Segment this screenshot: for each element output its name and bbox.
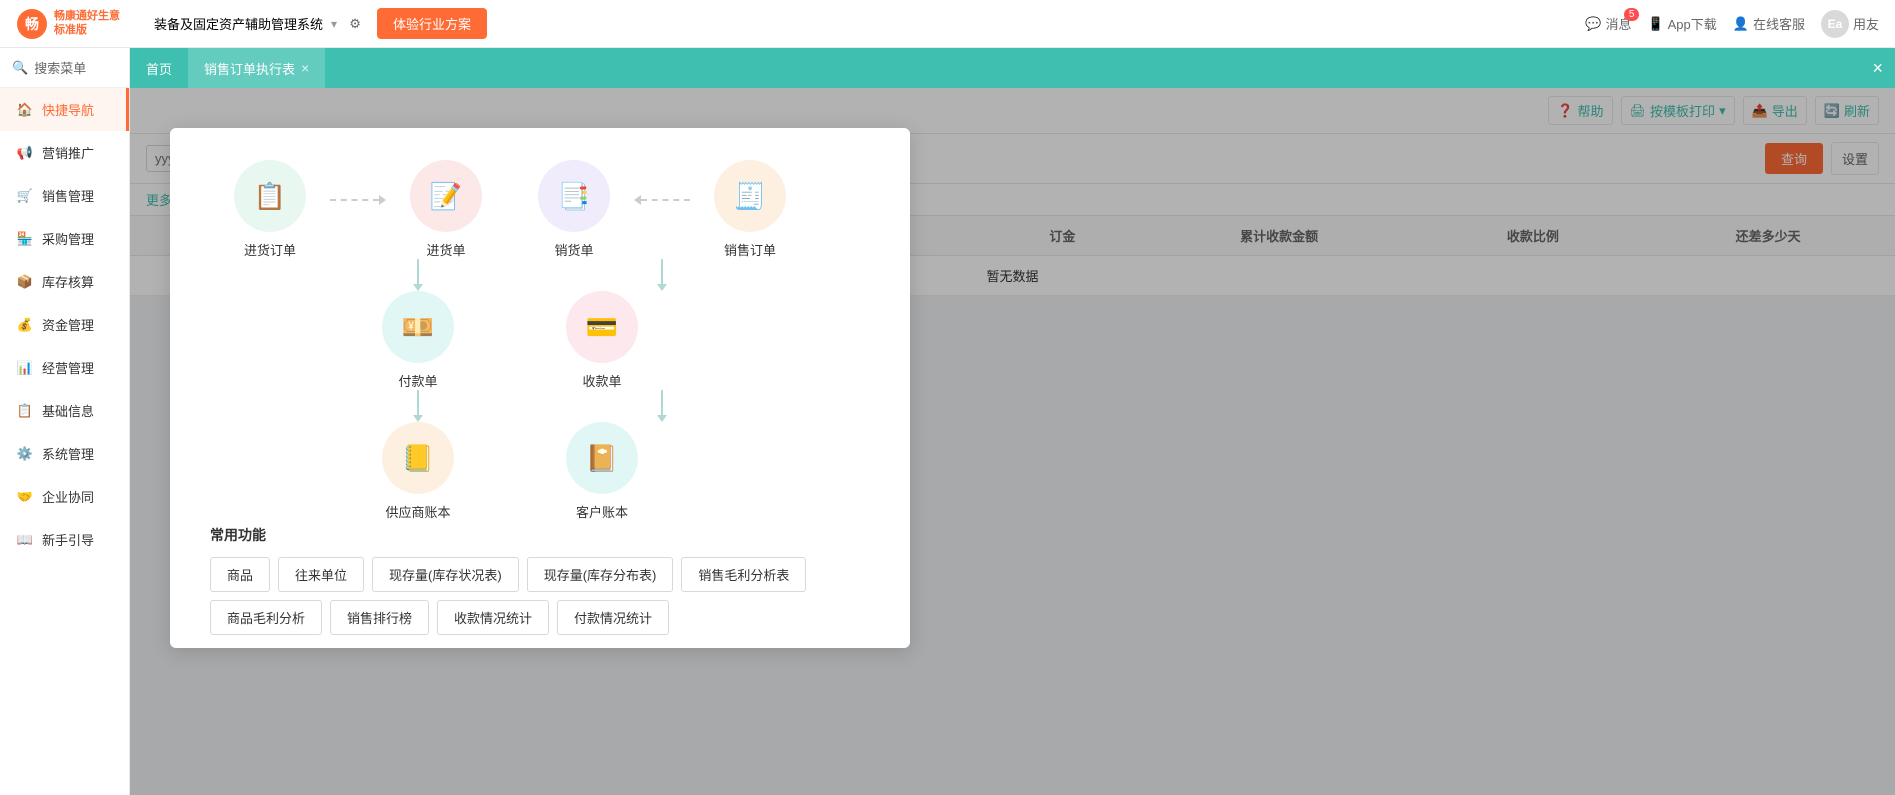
sidebar-label-purchase: 采购管理 xyxy=(42,229,94,248)
system-title: 装备及固定资产辅助管理系统 ▾ xyxy=(154,14,337,33)
sidebar-item-purchase[interactable]: 🏪 采购管理 xyxy=(0,217,129,260)
finance-icon: 💰 xyxy=(16,316,34,334)
sidebar-item-enterprise[interactable]: 🤝 企业协同 xyxy=(0,475,129,518)
sidebar-label-sales: 销售管理 xyxy=(42,186,94,205)
sidebar-label-base-info: 基础信息 xyxy=(42,401,94,420)
logo-text: 畅康通好生意 标准版 xyxy=(54,10,120,36)
inventory-icon: 📦 xyxy=(16,273,34,291)
enterprise-icon: 🤝 xyxy=(16,488,34,506)
quick-nav-icon: 🏠 xyxy=(16,101,34,119)
sidebar-item-inventory[interactable]: 📦 库存核算 xyxy=(0,260,129,303)
sidebar-item-sales[interactable]: 🛒 销售管理 xyxy=(0,174,129,217)
flow-node-receipt[interactable]: 💳 收款单 xyxy=(542,291,662,390)
marketing-icon: 📢 xyxy=(16,144,34,162)
trial-button[interactable]: 体验行业方案 xyxy=(377,8,487,39)
cf-btn-销售毛利分析表[interactable]: 销售毛利分析表 xyxy=(681,557,806,592)
sidebar-label-quick-nav: 快捷导航 xyxy=(42,100,94,119)
sidebar-label-operation: 经营管理 xyxy=(42,358,94,377)
system-name: 装备及固定资产辅助管理系统 xyxy=(154,14,323,33)
cf-btn-商品毛利分析[interactable]: 商品毛利分析 xyxy=(210,600,322,635)
newbie-icon: 📖 xyxy=(16,531,34,549)
search-icon: 🔍 xyxy=(12,60,28,76)
flow-node-sales-order[interactable]: 🧾 销售订单 xyxy=(690,160,810,259)
flow-node-sales-bill[interactable]: 📑 销货单 xyxy=(514,160,634,259)
cf-btn-销售排行榜[interactable]: 销售排行榜 xyxy=(330,600,429,635)
tab-close-icon[interactable]: × xyxy=(301,60,309,76)
cf-btn-往来单位[interactable]: 往来单位 xyxy=(278,557,364,592)
tab-sales-order[interactable]: 销售订单执行表 × xyxy=(188,48,325,88)
user-menu[interactable]: Ea 用友 xyxy=(1821,10,1879,38)
common-functions: 常用功能 商品往来单位现存量(库存状况表)现存量(库存分布表)销售毛利分析表商品… xyxy=(210,525,870,635)
logo: 畅 畅康通好生意 标准版 xyxy=(16,8,146,40)
message-icon: 💬 xyxy=(1585,16,1601,32)
cf-btn-商品[interactable]: 商品 xyxy=(210,557,270,592)
sidebar-label-newbie: 新手引导 xyxy=(42,530,94,549)
sidebar-label-enterprise: 企业协同 xyxy=(42,487,94,506)
sidebar-item-system[interactable]: ⚙️ 系统管理 xyxy=(0,432,129,475)
settings-icon[interactable]: ⚙ xyxy=(341,10,369,38)
purchase-icon: 🏪 xyxy=(16,230,34,248)
cf-btn-现存量(库存分布表)[interactable]: 现存量(库存分布表) xyxy=(527,557,674,592)
sidebar-item-marketing[interactable]: 📢 营销推广 xyxy=(0,131,129,174)
sidebar-label-inventory: 库存核算 xyxy=(42,272,94,291)
sidebar-item-base-info[interactable]: 📋 基础信息 xyxy=(0,389,129,432)
flow-diagram: 📋 进货订单 xyxy=(210,160,870,521)
flow-node-payment[interactable]: 💴 付款单 xyxy=(358,291,478,390)
tab-close-all[interactable]: × xyxy=(1872,58,1895,79)
sidebar-item-newbie[interactable]: 📖 新手引导 xyxy=(0,518,129,561)
online-service-btn[interactable]: 👤 在线客服 xyxy=(1733,14,1805,33)
sidebar-item-operation[interactable]: 📊 经营管理 xyxy=(0,346,129,389)
sidebar-label-finance: 资金管理 xyxy=(42,315,94,334)
cf-btn-收款情况统计[interactable]: 收款情况统计 xyxy=(437,600,549,635)
cf-btn-现存量(库存状况表)[interactable]: 现存量(库存状况表) xyxy=(372,557,519,592)
page-content: ❓ 帮助 🖨 按模板打印 ▾ 📤 导出 🔄 刷新 xyxy=(130,88,1895,795)
tab-bar: 首页 销售订单执行表 × × xyxy=(130,48,1895,88)
operation-icon: 📊 xyxy=(16,359,34,377)
app-download-btn[interactable]: 📱 App下载 xyxy=(1647,14,1716,33)
service-icon: 👤 xyxy=(1733,16,1749,32)
avatar: Ea xyxy=(1821,10,1849,38)
sidebar-item-finance[interactable]: 💰 资金管理 xyxy=(0,303,129,346)
system-dropdown-arrow[interactable]: ▾ xyxy=(331,17,337,31)
modal-overlay: 📋 进货订单 xyxy=(130,88,1895,795)
message-btn[interactable]: 💬 消息 5 xyxy=(1585,14,1631,33)
tab-home[interactable]: 首页 xyxy=(130,48,188,88)
sidebar-label-marketing: 营销推广 xyxy=(42,143,94,162)
sidebar-item-quick-nav[interactable]: 🏠 快捷导航 xyxy=(0,88,129,131)
sidebar: 🔍 搜索菜单 🏠 快捷导航 📢 营销推广 🛒 销售管理 🏪 采购管理 📦 库存核算 💰 资金管理 📊 经营… xyxy=(0,48,130,795)
download-icon: 📱 xyxy=(1647,16,1663,32)
flow-node-purchase-order[interactable]: 📋 进货订单 xyxy=(210,160,330,259)
message-badge: 5 xyxy=(1624,8,1640,21)
base-info-icon: 📋 xyxy=(16,402,34,420)
svg-text:畅: 畅 xyxy=(25,16,39,32)
system-icon: ⚙️ xyxy=(16,445,34,463)
sidebar-label-system: 系统管理 xyxy=(42,444,94,463)
sales-icon: 🛒 xyxy=(16,187,34,205)
cf-btn-付款情况统计[interactable]: 付款情况统计 xyxy=(557,600,669,635)
flow-node-customer-ledger[interactable]: 📔 客户账本 xyxy=(542,422,662,521)
flow-node-purchase-bill[interactable]: 📝 进货单 xyxy=(386,160,506,259)
common-function-buttons: 商品往来单位现存量(库存状况表)现存量(库存分布表)销售毛利分析表商品毛利分析销… xyxy=(210,557,870,635)
flow-node-supplier-ledger[interactable]: 📒 供应商账本 xyxy=(358,422,478,521)
common-functions-title: 常用功能 xyxy=(210,525,870,545)
sidebar-search[interactable]: 🔍 搜索菜单 xyxy=(0,48,129,88)
quick-nav-modal: 📋 进货订单 xyxy=(170,128,910,648)
